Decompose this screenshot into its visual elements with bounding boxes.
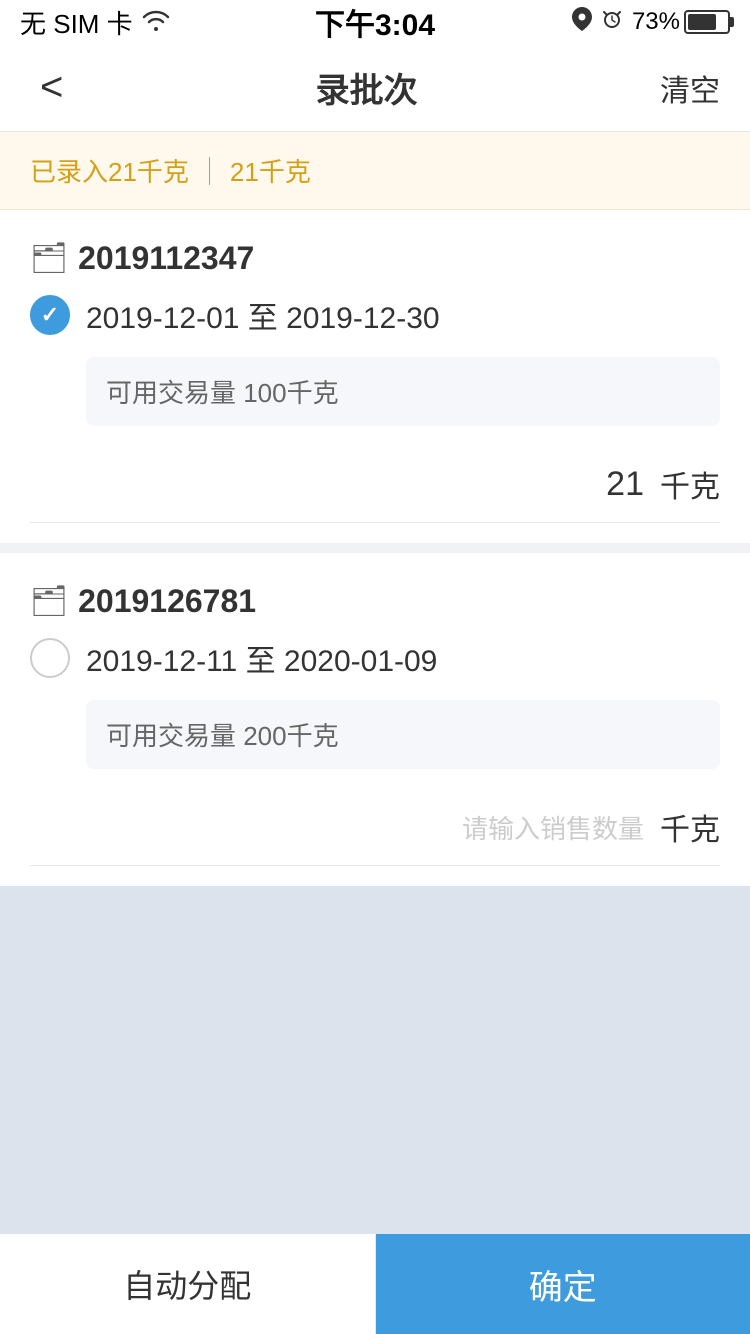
batch-quantity-input-2[interactable] <box>201 808 644 847</box>
batch-input-row-2: 千克 <box>30 789 720 866</box>
info-banner: 已录入21千克 21千克 <box>0 132 750 210</box>
alarm-icon <box>600 7 624 38</box>
battery-indicator: 73% <box>632 8 730 36</box>
batch-availability-2: 可用交易量 200千克 <box>86 700 720 769</box>
batch-date-row-2: 2019-12-11 至 2020-01-09 <box>30 636 720 680</box>
batch-date-row-1: 2019-12-01 至 2019-12-30 <box>30 293 720 337</box>
status-right: 73% <box>572 7 730 38</box>
battery-fill <box>688 14 716 30</box>
batch-input-row-1: 千克 <box>30 446 720 523</box>
batch-availability-1: 可用交易量 100千克 <box>86 357 720 426</box>
batch-unit-1: 千克 <box>660 462 720 506</box>
carrier-text: 无 SIM 卡 <box>20 4 133 41</box>
batch-card-2: 🗂 2019126781 2019-12-11 至 2020-01-09 可用交… <box>0 553 750 886</box>
status-time: 下午3:04 <box>315 0 435 44</box>
battery-bar <box>684 10 730 34</box>
auto-distribute-button[interactable]: 自动分配 <box>0 1234 376 1334</box>
location-icon <box>572 7 592 38</box>
nav-bar: < 录批次 清空 <box>0 44 750 132</box>
batch-header-2: 🗂 2019126781 <box>30 583 720 620</box>
batch-unit-2: 千克 <box>660 805 720 849</box>
batch-icon-2: 🗂 <box>30 584 68 619</box>
status-bar: 无 SIM 卡 下午3:04 73% <box>0 0 750 44</box>
batch-date-2: 2019-12-11 至 2020-01-09 <box>86 636 437 680</box>
batch-header-1: 🗂 2019112347 <box>30 240 720 277</box>
batch-id-1: 2019112347 <box>78 240 254 277</box>
back-button[interactable]: < <box>30 55 73 120</box>
info-label: 已录入21千克 <box>30 152 189 189</box>
status-left: 无 SIM 卡 <box>20 4 171 41</box>
confirm-button[interactable]: 确定 <box>376 1234 750 1334</box>
main-content: 🗂 2019112347 2019-12-01 至 2019-12-30 可用交… <box>0 210 750 1312</box>
battery-percent: 73% <box>632 8 680 36</box>
batch-id-2: 2019126781 <box>78 583 256 620</box>
info-divider <box>209 157 210 185</box>
batch-card-1: 🗂 2019112347 2019-12-01 至 2019-12-30 可用交… <box>0 210 750 543</box>
bottom-bar: 自动分配 确定 <box>0 1234 750 1334</box>
card-divider <box>0 543 750 553</box>
wifi-icon <box>141 7 171 38</box>
radio-1[interactable] <box>30 295 70 335</box>
batch-icon-1: 🗂 <box>30 241 68 276</box>
info-value: 21千克 <box>230 152 311 189</box>
page-title: 录批次 <box>316 63 418 112</box>
radio-2[interactable] <box>30 638 70 678</box>
batch-quantity-input-1[interactable] <box>201 465 644 504</box>
clear-button[interactable]: 清空 <box>660 66 720 110</box>
batch-date-1: 2019-12-01 至 2019-12-30 <box>86 293 440 337</box>
